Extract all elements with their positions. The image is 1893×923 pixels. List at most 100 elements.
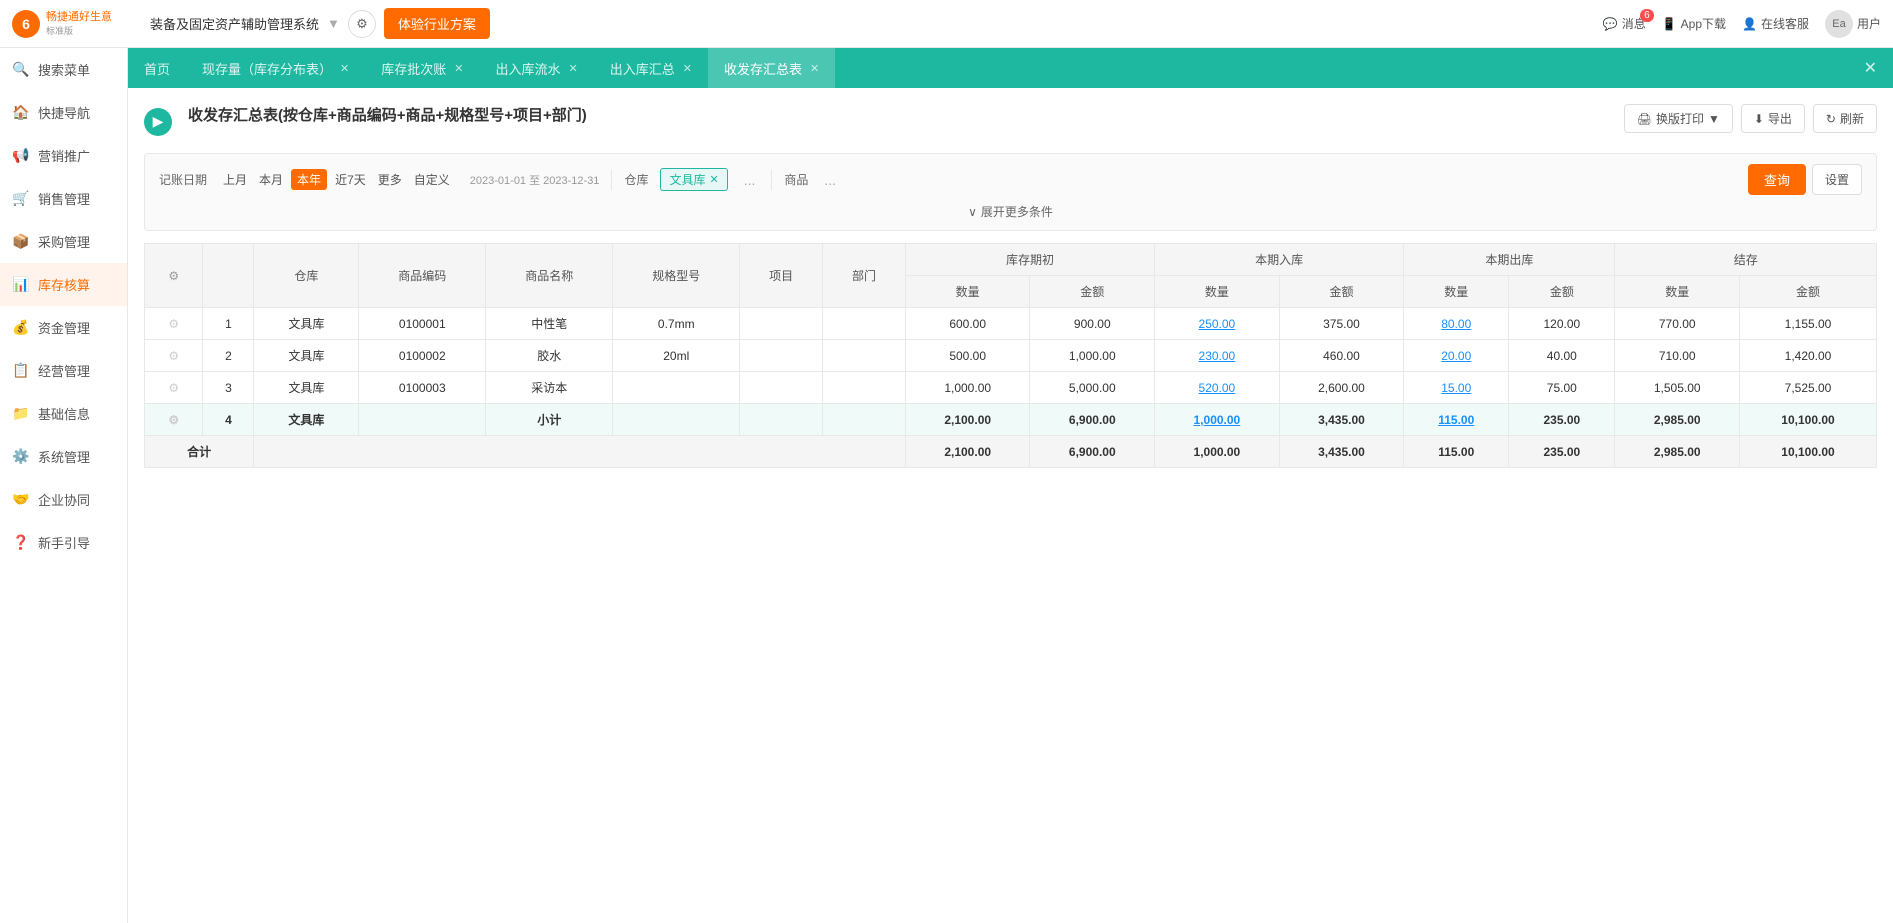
sidebar-item-beginner[interactable]: ❓ 新手引导 bbox=[0, 521, 127, 564]
total-spacer bbox=[254, 436, 906, 468]
sidebar-label-system: 系统管理 bbox=[38, 447, 90, 466]
sidebar-label-quick-nav: 快捷导航 bbox=[38, 103, 90, 122]
closing-amt-col: 金额 bbox=[1740, 276, 1877, 308]
tab-inout-flow[interactable]: 出入库流水 ✕ bbox=[479, 48, 593, 88]
tab-bar-close[interactable]: ✕ bbox=[1848, 58, 1893, 78]
date-btn-custom[interactable]: 自定义 bbox=[410, 169, 454, 190]
sidebar-item-operation[interactable]: 📋 经营管理 bbox=[0, 349, 127, 392]
sidebar-item-sales[interactable]: 🛒 销售管理 bbox=[0, 177, 127, 220]
home-icon: 🏠 bbox=[12, 104, 30, 122]
expand-conditions-button[interactable]: ∨ 展开更多条件 bbox=[968, 203, 1053, 220]
print-button[interactable]: 🖨 换版打印 ▼ bbox=[1624, 104, 1733, 133]
linked-value[interactable]: 1,000.00 bbox=[1194, 413, 1241, 427]
goods-ellipsis[interactable]: ... bbox=[820, 172, 840, 188]
online-service-label: 在线客服 bbox=[1761, 15, 1809, 32]
row-settings-icon[interactable]: ⚙ bbox=[168, 413, 179, 427]
total-close-amt: 10,100.00 bbox=[1740, 436, 1877, 468]
page-header: ▶ 收发存汇总表(按仓库+商品编码+商品+规格型号+项目+部门) 🖨 换版打印 … bbox=[144, 104, 1877, 139]
total-close-qty: 2,985.00 bbox=[1615, 436, 1740, 468]
set-button[interactable]: 设置 bbox=[1812, 164, 1862, 195]
linked-value[interactable]: 520.00 bbox=[1199, 381, 1236, 395]
closing-qty-col: 数量 bbox=[1615, 276, 1740, 308]
sidebar-item-inventory[interactable]: 📊 库存核算 bbox=[0, 263, 127, 306]
tab-inventory-dist-close[interactable]: ✕ bbox=[340, 62, 349, 75]
sidebar-label-inventory: 库存核算 bbox=[38, 275, 90, 294]
filter-area: 记账日期 上月 本月 本年 近7天 更多 自定义 2023-01-01 至 20… bbox=[144, 153, 1877, 231]
sidebar-item-search[interactable]: 🔍 搜索菜单 bbox=[0, 48, 127, 91]
tab-inventory-dist[interactable]: 现存量（库存分布表） ✕ bbox=[186, 48, 365, 88]
date-buttons: 上月 本月 本年 近7天 更多 自定义 bbox=[219, 169, 454, 190]
table-row: ⚙4文具库小计2,100.006,900.001,000.003,435.001… bbox=[145, 404, 1877, 436]
total-in-amt: 3,435.00 bbox=[1279, 436, 1404, 468]
tab-batch-ledger-close[interactable]: ✕ bbox=[454, 62, 463, 75]
user-item[interactable]: Ea 用户 bbox=[1825, 10, 1881, 38]
tab-stock-summary[interactable]: 收发存汇总表 ✕ bbox=[708, 48, 835, 88]
table-settings-col[interactable]: ⚙ bbox=[145, 244, 203, 308]
search-icon: 🔍 bbox=[12, 61, 30, 79]
table-gear-icon[interactable]: ⚙ bbox=[168, 269, 179, 283]
service-icon: 👤 bbox=[1742, 17, 1757, 31]
sidebar-item-marketing[interactable]: 📢 营销推广 bbox=[0, 134, 127, 177]
linked-value[interactable]: 115.00 bbox=[1438, 413, 1474, 427]
warehouse-ellipsis[interactable]: ... bbox=[740, 172, 760, 188]
query-button[interactable]: 查询 bbox=[1748, 164, 1806, 195]
linked-value[interactable]: 250.00 bbox=[1199, 317, 1236, 331]
tab-inout-flow-close[interactable]: ✕ bbox=[569, 62, 578, 75]
date-btn-7days[interactable]: 近7天 bbox=[331, 169, 370, 190]
sidebar-label-operation: 经营管理 bbox=[38, 361, 90, 380]
total-out-amt: 235.00 bbox=[1509, 436, 1615, 468]
goods-filter-label: 商品 bbox=[784, 171, 808, 188]
online-service-item[interactable]: 👤 在线客服 bbox=[1742, 15, 1809, 32]
sidebar-item-basic-info[interactable]: 📁 基础信息 bbox=[0, 392, 127, 435]
expand-btn-label: 展开更多条件 bbox=[981, 203, 1053, 220]
message-item[interactable]: 💬 消息 6 bbox=[1603, 15, 1646, 32]
sidebar-item-enterprise[interactable]: 🤝 企业协同 bbox=[0, 478, 127, 521]
warehouse-filter-label: 仓库 bbox=[624, 171, 648, 188]
sidebar-label-sales: 销售管理 bbox=[38, 189, 90, 208]
sidebar-item-finance[interactable]: 💰 资金管理 bbox=[0, 306, 127, 349]
row-settings-icon[interactable]: ⚙ bbox=[168, 381, 179, 395]
sidebar-label-search: 搜索菜单 bbox=[38, 60, 90, 79]
page-title: 收发存汇总表(按仓库+商品编码+商品+规格型号+项目+部门) bbox=[188, 104, 587, 125]
row-settings-icon[interactable]: ⚙ bbox=[168, 317, 179, 331]
tab-stock-summary-close[interactable]: ✕ bbox=[810, 62, 819, 75]
tab-inventory-dist-label: 现存量（库存分布表） bbox=[202, 59, 332, 78]
chevron-down-icon: ▼ bbox=[1708, 112, 1720, 126]
tab-batch-ledger[interactable]: 库存批次账 ✕ bbox=[365, 48, 479, 88]
trial-button[interactable]: 体验行业方案 bbox=[384, 8, 490, 39]
sidebar-item-purchase[interactable]: 📦 采购管理 bbox=[0, 220, 127, 263]
tab-inout-summary-label: 出入库汇总 bbox=[610, 59, 675, 78]
app-download-item[interactable]: 📱 App下载 bbox=[1662, 15, 1726, 32]
message-badge: 6 bbox=[1640, 9, 1654, 22]
sidebar-label-beginner: 新手引导 bbox=[38, 533, 90, 552]
linked-value[interactable]: 20.00 bbox=[1441, 349, 1471, 363]
warehouse-tag-close[interactable]: ✕ bbox=[709, 173, 718, 186]
linked-value[interactable]: 80.00 bbox=[1441, 317, 1471, 331]
warehouse-tag[interactable]: 文具库 ✕ bbox=[660, 168, 727, 191]
tab-inout-summary-close[interactable]: ✕ bbox=[683, 62, 692, 75]
total-row: 合计 2,100.00 6,900.00 1,000.00 3,435.00 1… bbox=[145, 436, 1877, 468]
date-btn-more[interactable]: 更多 bbox=[374, 169, 406, 190]
purchase-icon: 📦 bbox=[12, 233, 30, 251]
tab-home[interactable]: 首页 bbox=[128, 48, 186, 88]
refresh-icon: ↻ bbox=[1826, 112, 1836, 126]
sidebar-item-quick-nav[interactable]: 🏠 快捷导航 bbox=[0, 91, 127, 134]
total-open-qty: 2,100.00 bbox=[905, 436, 1030, 468]
date-btn-last-month[interactable]: 上月 bbox=[219, 169, 251, 190]
date-btn-this-year[interactable]: 本年 bbox=[291, 169, 327, 190]
operation-icon: 📋 bbox=[12, 362, 30, 380]
logo-area: 6 畅捷通好生意 标准版 bbox=[12, 10, 140, 38]
export-button[interactable]: ⬇ 导出 bbox=[1741, 104, 1805, 133]
sidebar-label-finance: 资金管理 bbox=[38, 318, 90, 337]
row-settings-icon[interactable]: ⚙ bbox=[168, 349, 179, 363]
linked-value[interactable]: 15.00 bbox=[1441, 381, 1471, 395]
settings-icon[interactable]: ⚙ bbox=[348, 10, 376, 38]
tab-inout-summary[interactable]: 出入库汇总 ✕ bbox=[594, 48, 708, 88]
sys-select-icon[interactable]: ▼ bbox=[327, 16, 340, 31]
refresh-button[interactable]: ↻ 刷新 bbox=[1813, 104, 1877, 133]
date-btn-this-month[interactable]: 本月 bbox=[255, 169, 287, 190]
linked-value[interactable]: 230.00 bbox=[1199, 349, 1236, 363]
table-col-goods-code: 商品编码 bbox=[359, 244, 486, 308]
filter-toggle[interactable]: ▶ bbox=[144, 108, 172, 136]
sidebar-item-system[interactable]: ⚙️ 系统管理 bbox=[0, 435, 127, 478]
